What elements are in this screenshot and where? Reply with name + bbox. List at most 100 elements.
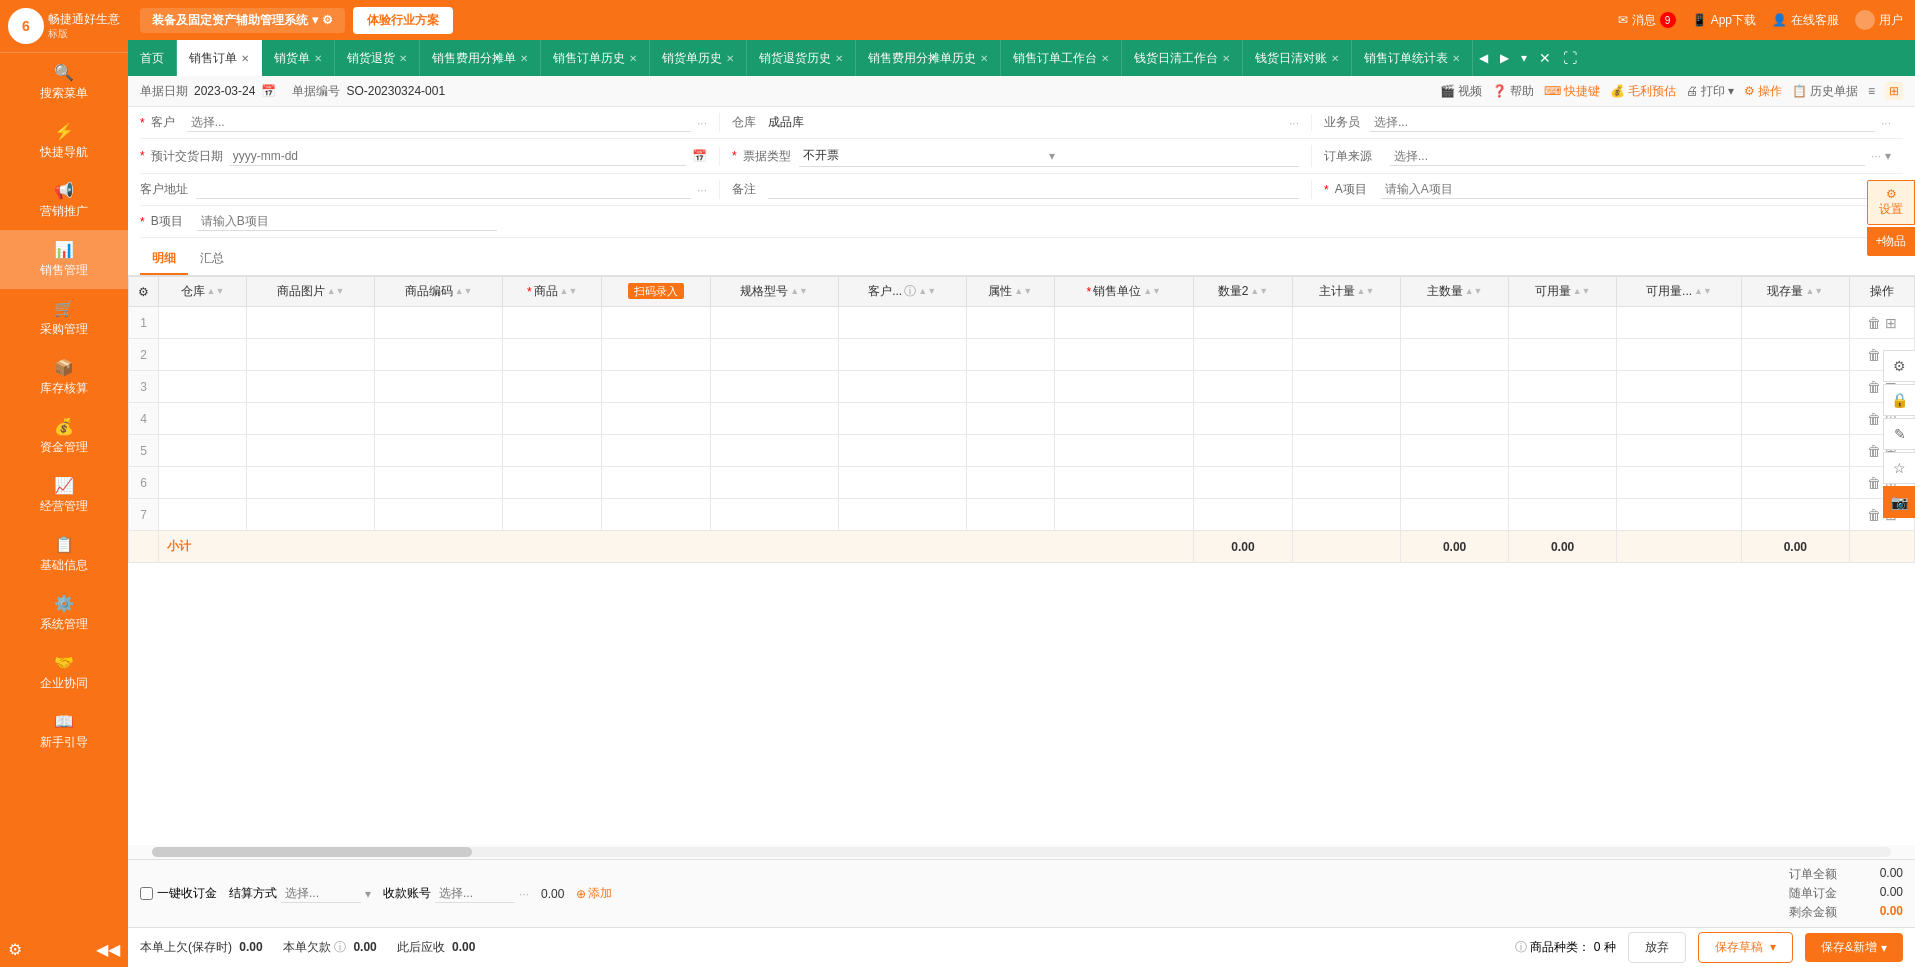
row-1-image[interactable] <box>247 307 375 339</box>
salesperson-input[interactable] <box>1370 113 1875 132</box>
tab-close-cash-workbench[interactable]: ✕ <box>1222 53 1230 64</box>
rf-btn-4[interactable]: ☆ <box>1883 452 1915 484</box>
row-2-code[interactable] <box>375 339 503 371</box>
sort-spec[interactable]: ▲▼ <box>790 287 808 296</box>
account-dots[interactable]: ··· <box>519 887 529 901</box>
sort-warehouse[interactable]: ▲▼ <box>207 287 225 296</box>
sidebar-collapse-icon[interactable]: ◀◀ <box>96 940 120 959</box>
row-7-qty2[interactable] <box>1193 499 1292 531</box>
discard-button[interactable]: 放弃 <box>1628 932 1686 963</box>
tab-close-expense-history[interactable]: ✕ <box>980 53 988 64</box>
th-scan[interactable]: 扫码录入 <box>602 277 710 307</box>
row-6-avail2[interactable] <box>1617 467 1742 499</box>
sidebar-item-sales[interactable]: 📊 销售管理 <box>0 230 128 289</box>
row-4-unit[interactable] <box>1054 403 1193 435</box>
row-3-stock[interactable] <box>1741 371 1849 403</box>
row-1-main-qty[interactable] <box>1401 307 1509 339</box>
profit-btn[interactable]: 💰 毛利预估 <box>1610 83 1676 100</box>
save-new-dropdown-icon[interactable]: ▾ <box>1881 941 1887 955</box>
row-6-unit[interactable] <box>1054 467 1193 499</box>
b-project-input[interactable] <box>197 212 497 231</box>
row-5-qty2[interactable] <box>1193 435 1292 467</box>
online-service-item[interactable]: 👤 在线客服 <box>1772 12 1839 29</box>
row-4-main-qty[interactable] <box>1401 403 1509 435</box>
tab-close-invoice[interactable]: ✕ <box>314 53 322 64</box>
row-5-main-unit[interactable] <box>1293 435 1401 467</box>
right-panel-settings[interactable]: ⚙ 设置 <box>1867 180 1915 225</box>
customer-addr-input[interactable] <box>196 180 691 199</box>
tab-expense[interactable]: 销售费用分摊单 ✕ <box>420 40 541 76</box>
row-1-code[interactable] <box>375 307 503 339</box>
row-4-product[interactable] <box>503 403 602 435</box>
row-1-attr[interactable] <box>966 307 1054 339</box>
save-draft-dropdown-icon[interactable]: ▾ <box>1770 940 1776 954</box>
tab-close-order-workbench[interactable]: ✕ <box>1101 53 1109 64</box>
tab-home[interactable]: 首页 <box>128 40 177 76</box>
history-btn[interactable]: 📋 历史单据 <box>1792 83 1858 100</box>
tab-invoice-history[interactable]: 销货单历史 ✕ <box>650 40 747 76</box>
rf-btn-5[interactable]: 📷 <box>1883 486 1915 518</box>
row-2-avail[interactable] <box>1509 339 1617 371</box>
row-3-cust-code[interactable] <box>838 371 966 403</box>
row-2-main-qty[interactable] <box>1401 339 1509 371</box>
row-7-unit[interactable] <box>1054 499 1193 531</box>
sidebar-item-inventory[interactable]: 📦 库存核算 <box>0 348 128 407</box>
print-btn[interactable]: 🖨 打印 ▾ <box>1686 83 1734 100</box>
rf-btn-1[interactable]: ⚙ <box>1883 350 1915 382</box>
sort-avail[interactable]: ▲▼ <box>1573 287 1591 296</box>
tab-close-return-history[interactable]: ✕ <box>835 53 843 64</box>
row-2-warehouse[interactable] <box>159 339 247 371</box>
row-2-image[interactable] <box>247 339 375 371</box>
row-1-product[interactable] <box>503 307 602 339</box>
sidebar-item-purchase[interactable]: 🛒 采购管理 <box>0 289 128 348</box>
row-6-del[interactable]: 🗑 <box>1867 475 1881 491</box>
settings-icon[interactable]: ⚙ <box>322 13 333 27</box>
tab-close-stats[interactable]: ✕ <box>1452 53 1460 64</box>
shortcut-btn[interactable]: ⌨ 快捷键 <box>1544 83 1600 100</box>
row-2-product[interactable] <box>503 339 602 371</box>
order-source-dropdown-icon[interactable]: ▾ <box>1885 149 1891 163</box>
tab-stats[interactable]: 销售订单统计表 ✕ <box>1352 40 1473 76</box>
row-4-image[interactable] <box>247 403 375 435</box>
row-5-main-qty[interactable] <box>1401 435 1509 467</box>
customer-input[interactable] <box>187 113 691 132</box>
row-3-attr[interactable] <box>966 371 1054 403</box>
account-input[interactable] <box>435 884 515 903</box>
sidebar-item-collab[interactable]: 🤝 企业协同 <box>0 643 128 702</box>
row-7-attr[interactable] <box>966 499 1054 531</box>
ops-btn[interactable]: ⚙ 操作 <box>1744 83 1782 100</box>
row-4-del[interactable]: 🗑 <box>1867 411 1881 427</box>
save-draft-button[interactable]: 保存草稿 ▾ <box>1698 932 1793 963</box>
remark-input[interactable] <box>768 180 1299 199</box>
salesperson-dots[interactable]: ··· <box>1881 116 1891 130</box>
row-2-unit[interactable] <box>1054 339 1193 371</box>
tab-order-history[interactable]: 销售订单历史 ✕ <box>541 40 650 76</box>
row-4-main-unit[interactable] <box>1293 403 1401 435</box>
messages-item[interactable]: ✉ 消息 9 <box>1618 12 1676 29</box>
row-1-cust-code[interactable] <box>838 307 966 339</box>
row-5-avail[interactable] <box>1509 435 1617 467</box>
calendar2-icon[interactable]: 📅 <box>692 149 707 163</box>
sidebar-item-marketing[interactable]: 📢 营销推广 <box>0 171 128 230</box>
save-new-button[interactable]: 保存&新增 ▾ <box>1805 933 1903 962</box>
row-4-cust-code[interactable] <box>838 403 966 435</box>
tabs-next-arrow[interactable]: ▶ <box>1494 40 1515 76</box>
row-1-stock[interactable] <box>1741 307 1849 339</box>
row-4-code[interactable] <box>375 403 503 435</box>
horizontal-scrollbar[interactable] <box>152 847 1891 857</box>
sidebar-item-operations[interactable]: 📈 经营管理 <box>0 466 128 525</box>
row-3-image[interactable] <box>247 371 375 403</box>
row-6-warehouse[interactable] <box>159 467 247 499</box>
row-3-warehouse[interactable] <box>159 371 247 403</box>
tab-sales-order[interactable]: 销售订单 ✕ <box>177 40 262 76</box>
row-5-avail2[interactable] <box>1617 435 1742 467</box>
sidebar-gear-icon[interactable]: ⚙ <box>8 940 22 959</box>
a-project-input[interactable] <box>1381 180 1891 199</box>
row-2-avail2[interactable] <box>1617 339 1742 371</box>
row-6-attr[interactable] <box>966 467 1054 499</box>
row-4-attr[interactable] <box>966 403 1054 435</box>
info-icon2[interactable]: ⓘ <box>334 940 346 954</box>
row-3-main-unit[interactable] <box>1293 371 1401 403</box>
sort-avail2[interactable]: ▲▼ <box>1694 287 1712 296</box>
one-click-checkbox[interactable] <box>140 887 153 900</box>
